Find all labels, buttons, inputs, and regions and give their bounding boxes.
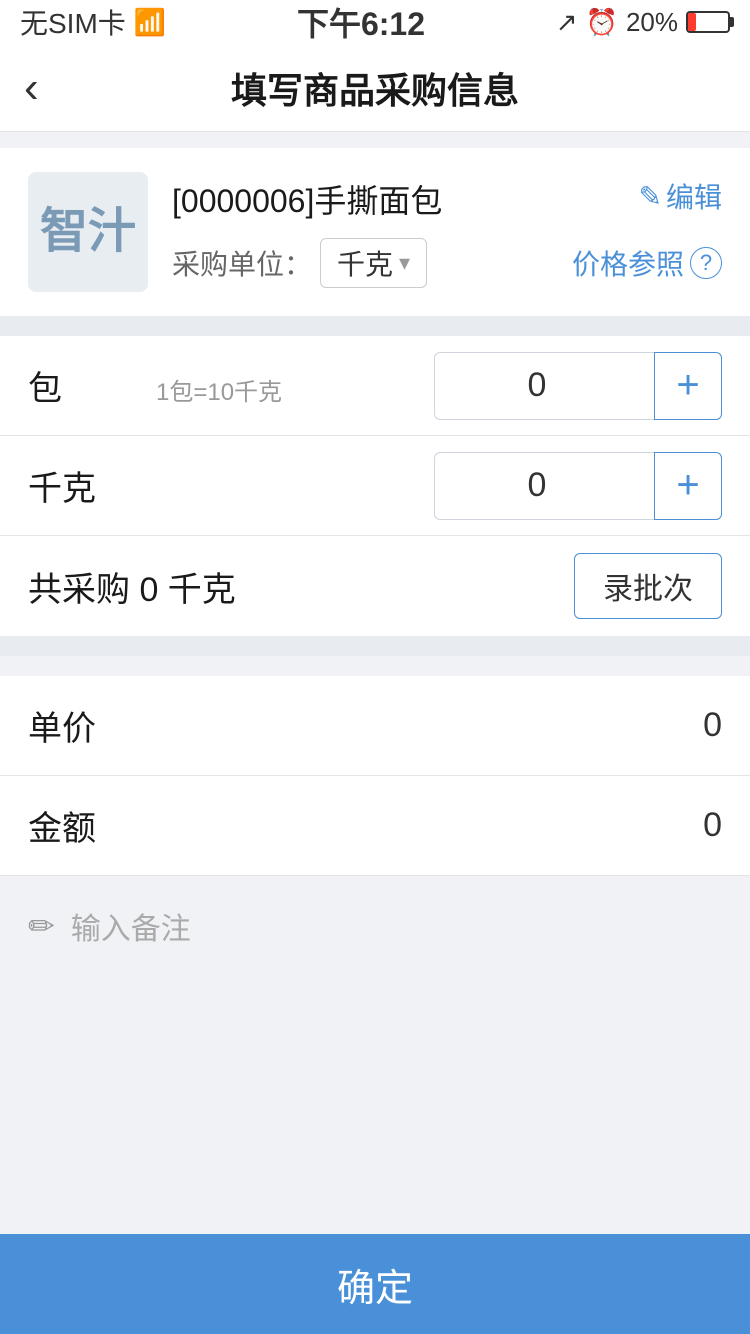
edit-label: 编辑	[666, 176, 722, 216]
unit-value: 千克	[337, 243, 393, 283]
price-ref-label: 价格参照	[572, 243, 684, 283]
bag-plus-button[interactable]: +	[654, 352, 722, 420]
unit-select[interactable]: 千克 ▾	[320, 238, 427, 288]
remark-placeholder: 输入备注	[71, 904, 191, 948]
kg-input-row: 千克 +	[0, 436, 750, 536]
kg-plus-button[interactable]: +	[654, 452, 722, 520]
product-unit-row: 采购单位： 千克 ▾ 价格参照 ?	[172, 238, 722, 288]
back-button[interactable]: ‹	[24, 63, 39, 113]
status-left: 无SIM卡 📶	[20, 2, 166, 42]
product-thumb-text: 智汁	[40, 208, 136, 256]
input-section: 包 1包=10千克 + 千克 +	[0, 336, 750, 536]
product-info: [0000006]手撕面包 ✎ 编辑 采购单位： 千克 ▾ 价格参照 ?	[172, 176, 722, 288]
nav-bar: ‹ 填写商品采购信息	[0, 44, 750, 132]
status-time: 下午6:12	[297, 0, 425, 45]
section-divider-1	[0, 316, 750, 336]
kg-label: 千克	[28, 461, 148, 510]
status-right: ↗ ⏰ 20%	[556, 7, 730, 38]
kg-quantity-input[interactable]	[434, 452, 654, 520]
page-title: 填写商品采购信息	[231, 62, 519, 114]
unit-price-value: 0	[703, 706, 722, 745]
unit-price-row: 单价 0	[0, 676, 750, 776]
battery-indicator	[686, 11, 730, 33]
status-bar: 无SIM卡 📶 下午6:12 ↗ ⏰ 20%	[0, 0, 750, 44]
remark-section[interactable]: ✏ 输入备注	[0, 876, 750, 976]
price-ref-button[interactable]: 价格参照 ?	[572, 243, 722, 283]
unit-label: 采购单位：	[172, 243, 312, 283]
carrier-text: 无SIM卡	[20, 2, 126, 42]
bag-quantity-input[interactable]	[434, 352, 654, 420]
edit-icon: ✎	[639, 180, 662, 213]
batch-button[interactable]: 录批次	[574, 553, 722, 619]
confirm-button[interactable]: 确定	[0, 1234, 750, 1334]
summary-row: 共采购 0 千克 录批次	[0, 536, 750, 636]
alarm-icon: ⏰	[586, 7, 618, 38]
wifi-icon: 📶	[134, 7, 166, 38]
amount-value: 0	[703, 806, 722, 845]
product-thumbnail: 智汁	[28, 172, 148, 292]
summary-text: 共采购 0 千克	[28, 562, 236, 611]
product-name: [0000006]手撕面包	[172, 176, 639, 222]
edit-button[interactable]: ✎ 编辑	[639, 176, 722, 216]
pencil-icon: ✏	[28, 907, 55, 945]
kg-input-right: +	[434, 452, 722, 520]
unit-price-label: 单价	[28, 701, 96, 750]
amount-label: 金额	[28, 801, 96, 850]
location-icon: ↗	[556, 7, 578, 38]
product-name-row: [0000006]手撕面包 ✎ 编辑	[172, 176, 722, 222]
chevron-down-icon: ▾	[399, 250, 410, 276]
help-icon: ?	[690, 247, 722, 279]
bag-sub-label: 1包=10千克	[156, 372, 282, 407]
bag-input-row: 包 1包=10千克 +	[0, 336, 750, 436]
product-card: 智汁 [0000006]手撕面包 ✎ 编辑 采购单位： 千克 ▾ 价格参照 ?	[0, 148, 750, 316]
battery-text: 20%	[626, 7, 678, 38]
bag-label: 包	[28, 361, 148, 410]
section-divider-2	[0, 636, 750, 656]
bag-input-right: +	[434, 352, 722, 420]
amount-row: 金额 0	[0, 776, 750, 876]
price-section: 单价 0 金额 0	[0, 676, 750, 876]
